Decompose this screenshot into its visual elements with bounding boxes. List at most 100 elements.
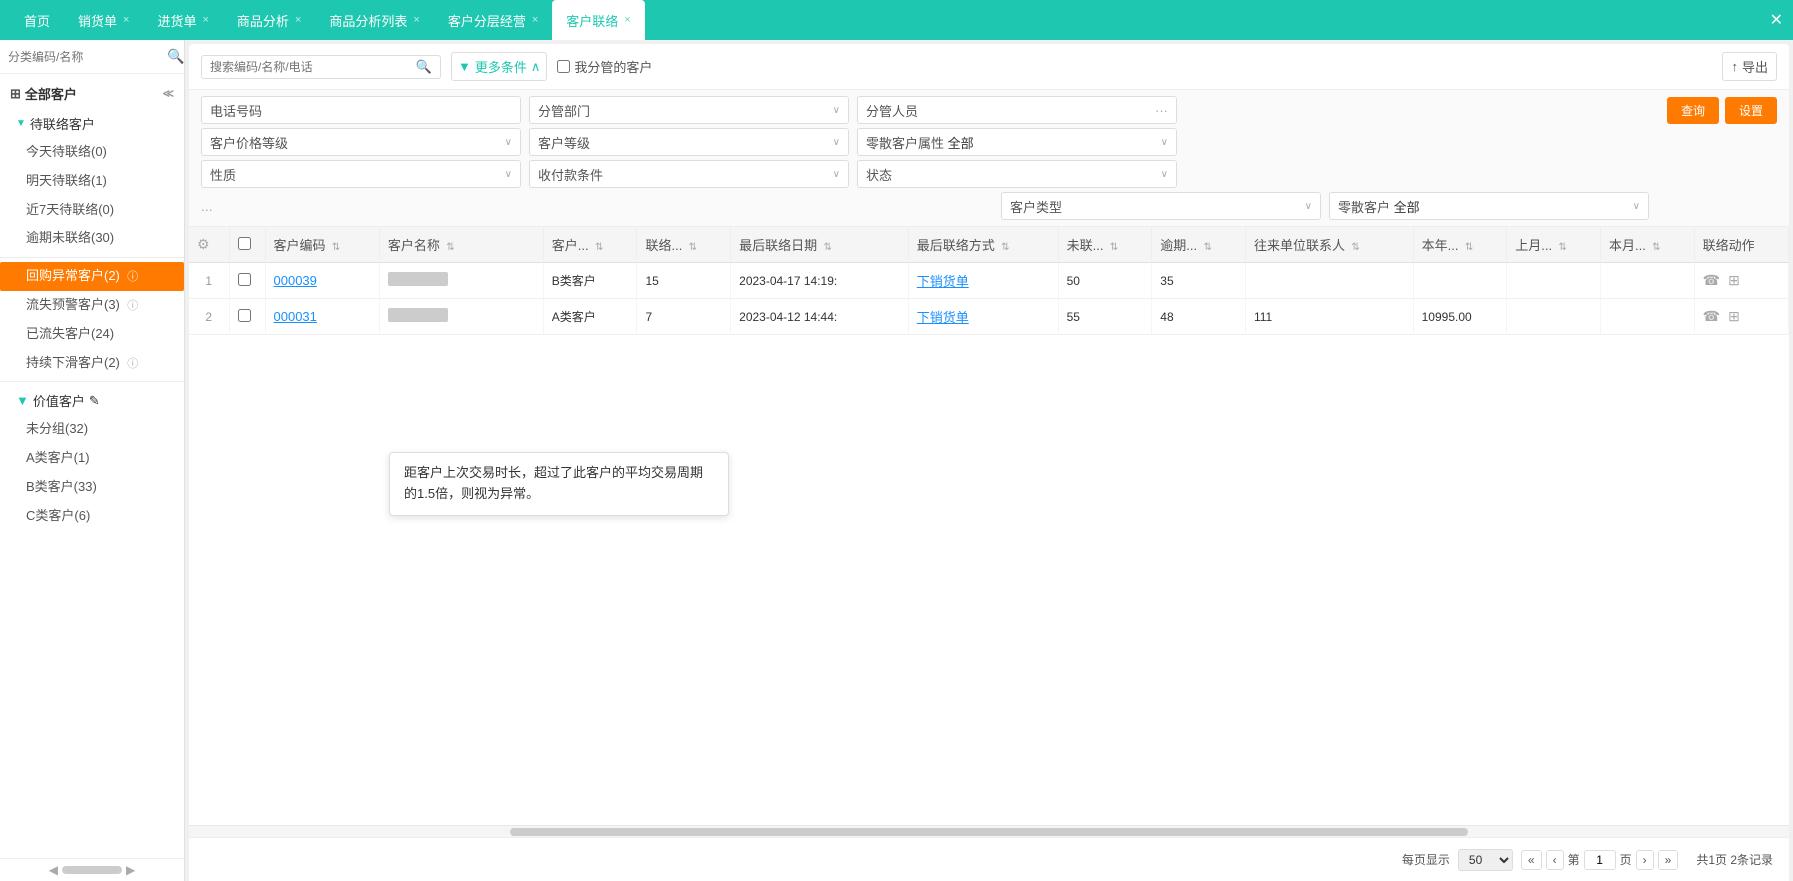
col-overdue: 逾期... ⇅	[1152, 227, 1246, 263]
sort-name-icon[interactable]: ⇅	[446, 242, 454, 253]
cell-code-1[interactable]: 000039	[265, 263, 379, 299]
cell-code-2[interactable]: 000031	[265, 299, 379, 335]
nav-customer-segment-close[interactable]: ×	[532, 14, 538, 26]
filter-manager[interactable]: 分管人员 ···	[857, 96, 1177, 124]
per-page-select[interactable]: 50 20 100	[1458, 849, 1513, 871]
sort-tmonth-icon[interactable]: ⇅	[1652, 242, 1660, 253]
phone-icon-1[interactable]: ☎	[1703, 272, 1720, 289]
filter-price-grade[interactable]: 客户价格等级 ∨	[201, 128, 521, 156]
sidebar-collapse-btn[interactable]: ≪	[162, 87, 174, 100]
sidebar-item-churned[interactable]: 已流失客户(24)	[0, 320, 184, 349]
sort-person-icon[interactable]: ⇅	[1351, 242, 1359, 253]
cell-person-2: 111	[1245, 299, 1413, 335]
settings-button[interactable]: 设置	[1725, 97, 1777, 124]
filter-retail-customer[interactable]: 零散客户 全部 ∨	[1329, 192, 1649, 220]
cell-checkbox-2[interactable]	[229, 299, 265, 335]
nav-purchase[interactable]: 进货单 ×	[143, 0, 222, 40]
table-row: 1 000039 B类客户 15 2023-04-17 14:19:	[189, 263, 1789, 299]
sidebar-left-arrow[interactable]: ◀	[49, 863, 58, 877]
filter-retail-attr[interactable]: 零散客户属性 全部 ∨	[857, 128, 1177, 156]
nav-sales-close[interactable]: ×	[123, 14, 129, 26]
sidebar-item-churn-warning[interactable]: 流失预警客户(3) ⓘ	[0, 291, 184, 320]
filter-customer-type[interactable]: 客户类型 ∨	[1001, 192, 1321, 220]
cell-method-1[interactable]: 下销货单	[908, 263, 1058, 299]
sort-uncontacted-icon[interactable]: ⇅	[1110, 242, 1118, 253]
sidebar-item-class-c[interactable]: C类客户(6)	[0, 502, 184, 531]
row-checkbox-2[interactable]	[238, 309, 251, 322]
sort-code-icon[interactable]: ⇅	[332, 242, 340, 253]
sidebar-search-input[interactable]	[8, 50, 163, 64]
sort-year-icon[interactable]: ⇅	[1465, 242, 1473, 253]
sort-type-icon[interactable]: ⇅	[595, 242, 603, 253]
sort-lmonth-icon[interactable]: ⇅	[1558, 242, 1566, 253]
sidebar-bottom: ◀ ▶	[0, 858, 184, 881]
filter-department[interactable]: 分管部门 ∨	[529, 96, 849, 124]
export-button[interactable]: ↑ 导出	[1722, 52, 1777, 81]
sidebar-item-overdue[interactable]: 逾期未联络(30)	[0, 224, 184, 253]
more-conditions-btn[interactable]: ▼ 更多条件 ∧	[451, 52, 547, 81]
nav-customer-segment[interactable]: 客户分层经营 ×	[434, 0, 552, 40]
cell-tmonth-1	[1600, 263, 1694, 299]
col-gear[interactable]: ⚙	[189, 227, 229, 263]
next-page-btn[interactable]: ›	[1636, 850, 1654, 870]
col-last-month: 上月... ⇅	[1507, 227, 1601, 263]
sidebar-item-tomorrow[interactable]: 明天待联络(1)	[0, 167, 184, 196]
sidebar-item-abnormal-repurchase[interactable]: 回购异常客户(2) ⓘ	[0, 262, 184, 291]
cell-method-2[interactable]: 下销货单	[908, 299, 1058, 335]
table-settings-icon[interactable]: ⚙	[197, 236, 210, 252]
edit-icon[interactable]: ✎	[89, 393, 100, 409]
row-checkbox-1[interactable]	[238, 273, 251, 286]
nav-home[interactable]: 首页	[10, 0, 64, 40]
filter-phone[interactable]: 电话号码	[201, 96, 521, 124]
filter-nature[interactable]: 性质 ∨	[201, 160, 521, 188]
sidebar-item-today[interactable]: 今天待联络(0)	[0, 138, 184, 167]
nav-sales[interactable]: 销货单 ×	[64, 0, 143, 40]
sidebar-item-class-b[interactable]: B类客户(33)	[0, 473, 184, 502]
last-page-btn[interactable]: »	[1658, 850, 1679, 870]
chevron-down-icon-4: ∨	[1161, 137, 1168, 148]
sidebar-value-group[interactable]: ▼ 价值客户 ✎	[0, 386, 184, 415]
nav-customer-contact[interactable]: 客户联络 ×	[552, 0, 644, 40]
info-icon-declining: ⓘ	[127, 358, 138, 370]
grid-action-icon-1[interactable]: ⊞	[1728, 272, 1740, 289]
grid-action-icon-2[interactable]: ⊞	[1728, 308, 1740, 325]
cell-index-1: 1	[189, 263, 229, 299]
nav-purchase-close[interactable]: ×	[202, 14, 208, 26]
more-options-btn[interactable]: ...	[201, 198, 213, 214]
nav-product-analysis-close[interactable]: ×	[295, 14, 301, 26]
window-close-button[interactable]: ✕	[1770, 10, 1783, 30]
sidebar-item-7days[interactable]: 近7天待联络(0)	[0, 196, 184, 225]
phone-icon-2[interactable]: ☎	[1703, 308, 1720, 325]
sidebar-right-arrow[interactable]: ▶	[126, 863, 135, 877]
sidebar-all-customers[interactable]: ⊞ 全部客户 ≪	[0, 78, 184, 109]
sidebar-item-ungroup[interactable]: 未分组(32)	[0, 415, 184, 444]
select-all-checkbox[interactable]	[238, 237, 251, 250]
my-customer-checkbox[interactable]	[557, 60, 570, 73]
query-button[interactable]: 查询	[1667, 97, 1719, 124]
page-input[interactable]	[1584, 850, 1616, 870]
first-page-btn[interactable]: «	[1521, 850, 1542, 870]
filter-customer-grade[interactable]: 客户等级 ∨	[529, 128, 849, 156]
prev-page-btn[interactable]: ‹	[1546, 850, 1564, 870]
cell-checkbox-1[interactable]	[229, 263, 265, 299]
nav-product-list-close[interactable]: ×	[413, 14, 419, 26]
sort-contact-icon[interactable]: ⇅	[689, 242, 697, 253]
sidebar-item-declining[interactable]: 持续下滑客户(2) ⓘ	[0, 349, 184, 378]
arrow-down-icon: ▼	[16, 118, 26, 129]
nav-product-list[interactable]: 商品分析列表 ×	[315, 0, 433, 40]
nav-customer-contact-close[interactable]: ×	[624, 14, 630, 26]
sort-overdue-icon[interactable]: ⇅	[1203, 242, 1211, 253]
filter-payment[interactable]: 收付款条件 ∨	[529, 160, 849, 188]
my-customer-checkbox-area[interactable]: 我分管的客户	[557, 57, 652, 76]
search-input[interactable]	[210, 60, 416, 74]
nav-product-analysis[interactable]: 商品分析 ×	[223, 0, 315, 40]
col-checkbox[interactable]	[229, 227, 265, 263]
scrollbar-thumb[interactable]	[510, 828, 1468, 836]
sort-date-icon[interactable]: ⇅	[824, 242, 832, 253]
filter-status[interactable]: 状态 ∨	[857, 160, 1177, 188]
horizontal-scrollbar[interactable]	[189, 825, 1789, 837]
sort-method-icon[interactable]: ⇅	[1001, 242, 1009, 253]
sidebar-item-class-a[interactable]: A类客户(1)	[0, 444, 184, 473]
sidebar-group-pending[interactable]: ▼ 待联络客户	[0, 109, 184, 138]
tooltip-abnormal: 距客户上次交易时长，超过了此客户的平均交易周期的1.5倍，则视为异常。	[389, 452, 729, 516]
